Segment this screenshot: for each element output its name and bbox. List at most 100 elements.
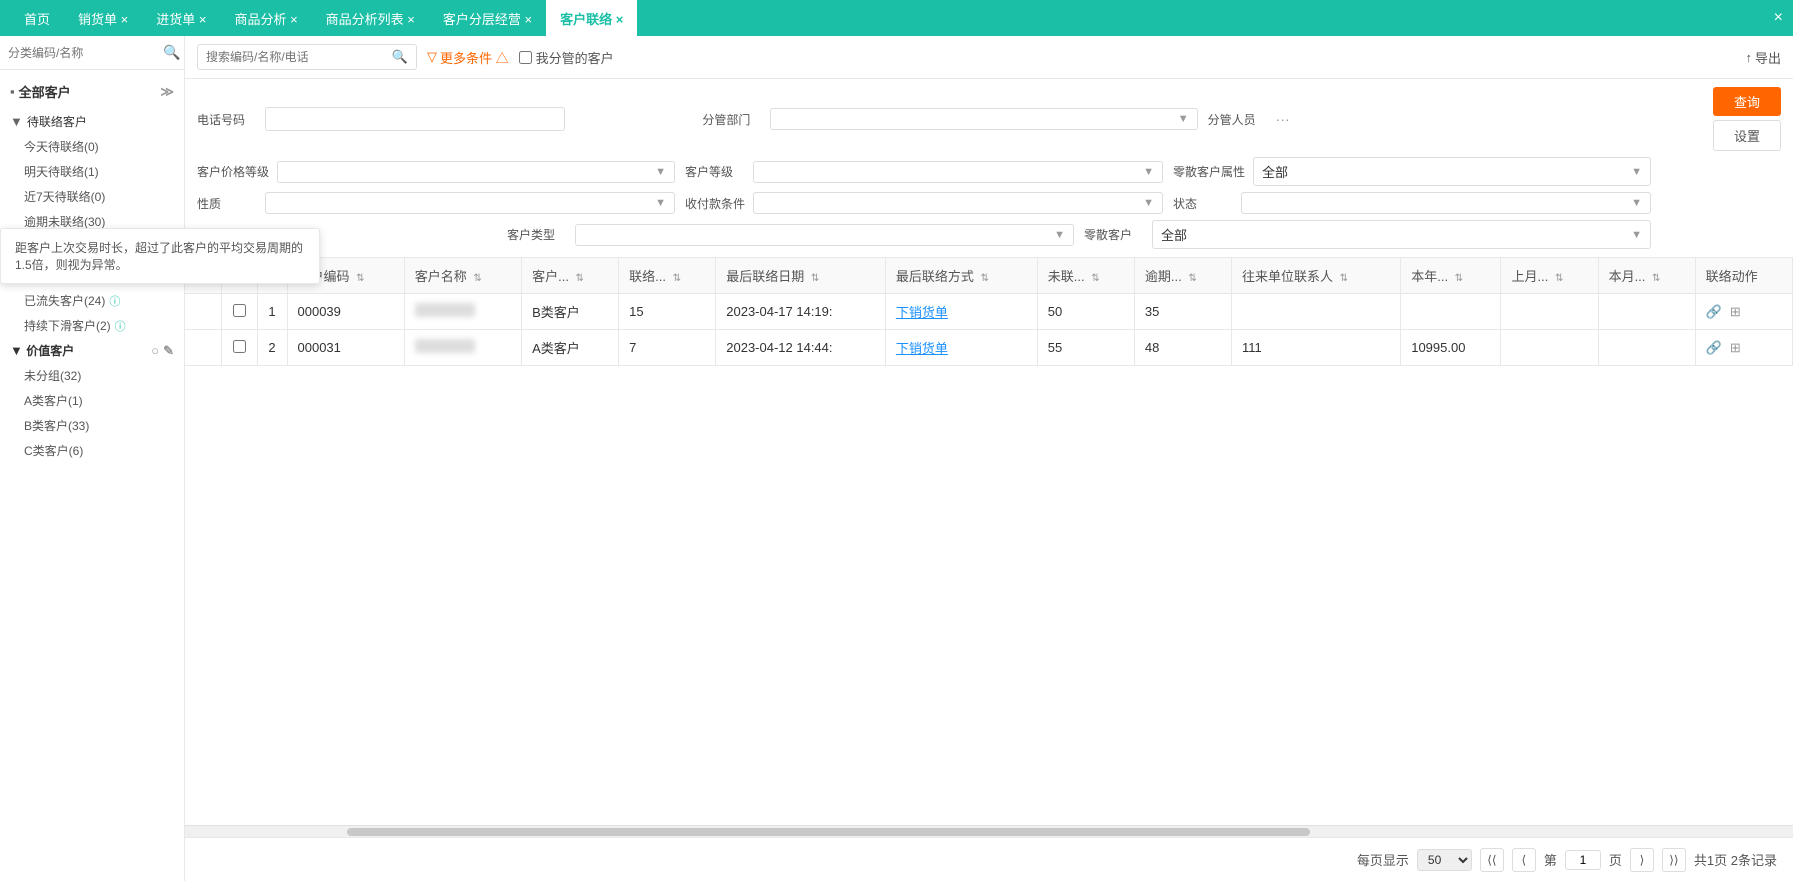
th-this-year[interactable]: 本年... ⇅ xyxy=(1401,258,1501,294)
my-customers-check[interactable] xyxy=(519,51,532,64)
row-contact-count: 7 xyxy=(619,330,716,366)
retail-attr-select[interactable]: 全部 ▼ xyxy=(1253,157,1651,186)
sidebar-today-contact[interactable]: 今天待联络(0) xyxy=(0,134,184,159)
top-nav: 首页 销货单 × 进货单 × 商品分析 × 商品分析列表 × 客户分层经营 × … xyxy=(0,0,1793,36)
status-select[interactable]: ▼ xyxy=(1241,192,1651,214)
sidebar-root[interactable]: ▪ 全部客户 ≫ xyxy=(0,78,184,105)
th-this-month[interactable]: 本月... ⇅ xyxy=(1598,258,1695,294)
filter-bar: 🔍 ▽ 更多条件 △ 我分管的客户 ↑ 导出 xyxy=(185,36,1793,79)
status-chevron: ▼ xyxy=(1631,197,1642,209)
row-last-method[interactable]: 下销货单 xyxy=(885,294,1037,330)
sidebar-search-input[interactable] xyxy=(8,46,163,60)
search-input[interactable] xyxy=(206,50,392,64)
row-checkbox[interactable] xyxy=(221,294,257,330)
nav-purchase[interactable]: 进货单 × xyxy=(142,0,220,36)
per-page-label: 每页显示 xyxy=(1357,850,1409,869)
next-page-btn[interactable]: ⟩ xyxy=(1630,848,1654,872)
dept-select[interactable]: ▼ xyxy=(770,108,1197,130)
row-settings xyxy=(185,330,221,366)
status-label: 状态 xyxy=(1173,195,1233,212)
sidebar-search-bar: 🔍 xyxy=(0,36,184,70)
phone-label: 电话号码 xyxy=(197,111,257,128)
th-contacts-from[interactable]: 往来单位联系人 ⇅ xyxy=(1231,258,1400,294)
th-action: 联络动作 xyxy=(1695,258,1792,294)
price-label: 客户价格等级 xyxy=(197,163,269,180)
row-num: 2 xyxy=(257,330,287,366)
nav-product-analysis[interactable]: 商品分析 × xyxy=(220,0,311,36)
sidebar-7days-contact[interactable]: 近7天待联络(0) xyxy=(0,184,184,209)
th-last-month[interactable]: 上月... ⇅ xyxy=(1501,258,1598,294)
row-last-month xyxy=(1501,330,1598,366)
nav-product-list[interactable]: 商品分析列表 × xyxy=(312,0,429,36)
customer-level-label: 客户等级 xyxy=(685,163,745,180)
payment-select[interactable]: ▼ xyxy=(753,192,1163,214)
action-link-icon[interactable]: 🔗 xyxy=(1706,304,1722,320)
phone-input[interactable] xyxy=(265,107,565,131)
row-last-method[interactable]: 下销货单 xyxy=(885,330,1037,366)
close-icon[interactable]: × xyxy=(1774,9,1783,27)
th-type[interactable]: 客户... ⇅ xyxy=(522,258,619,294)
more-conditions-btn[interactable]: ▽ 更多条件 △ xyxy=(427,48,509,67)
table-row: 2 000031 A类客户 7 2023-04-12 14:44: 下销货单 5… xyxy=(185,330,1793,366)
filter-phone: 电话号码 xyxy=(197,107,692,131)
th-contact[interactable]: 联络... ⇅ xyxy=(619,258,716,294)
table-scroll[interactable]: ⚙ 客户编码 ⇅ 客户名称 ⇅ 客户... ⇅ 联络... ⇅ 最后联络日期 ⇅… xyxy=(185,258,1793,825)
nature-select[interactable]: ▼ xyxy=(265,192,675,214)
first-page-btn[interactable]: ⟨⟨ xyxy=(1480,848,1504,872)
setting-button[interactable]: 设置 xyxy=(1713,120,1781,151)
export-btn[interactable]: ↑ 导出 xyxy=(1745,48,1781,67)
nav-customer-tier[interactable]: 客户分层经营 × xyxy=(429,0,546,36)
my-customers-label: 我分管的客户 xyxy=(536,48,614,67)
per-page-select[interactable]: 50 100 200 xyxy=(1417,849,1472,871)
value-customer-section-title[interactable]: ▼ 价值客户 ○ ✎ xyxy=(0,338,184,363)
manager-label: 分管人员 xyxy=(1208,111,1268,128)
row-uncontacted: 55 xyxy=(1037,330,1134,366)
sidebar-class-b[interactable]: B类客户(33) xyxy=(0,413,184,438)
page-input[interactable] xyxy=(1565,850,1601,870)
filter-row-2: 客户价格等级 ▼ 客户等级 ▼ 零散客户属性 全部 xyxy=(197,157,1781,186)
action-grid-icon[interactable]: ⊞ xyxy=(1730,304,1741,320)
customer-type-chevron: ▼ xyxy=(1054,229,1065,241)
th-last-date[interactable]: 最后联络日期 ⇅ xyxy=(716,258,886,294)
customer-level-select[interactable]: ▼ xyxy=(753,161,1163,183)
prev-page-btn[interactable]: ⟨ xyxy=(1512,848,1536,872)
nav-home[interactable]: 首页 xyxy=(10,0,64,36)
scrollbar-thumb[interactable] xyxy=(347,828,1309,836)
query-button[interactable]: 查询 xyxy=(1713,87,1781,116)
circle-icon[interactable]: ○ xyxy=(151,343,159,359)
sidebar-declining[interactable]: 持续下滑客户(2) ⓘ xyxy=(0,313,184,338)
th-last-method[interactable]: 最后联络方式 ⇅ xyxy=(885,258,1037,294)
sidebar-tomorrow-contact[interactable]: 明天待联络(1) xyxy=(0,159,184,184)
customer-type-select[interactable]: ▼ xyxy=(575,224,1074,246)
pagination: 每页显示 50 100 200 ⟨⟨ ⟨ 第 页 ⟩ ⟩⟩ 共1页 2条记录 xyxy=(185,837,1793,881)
horizontal-scrollbar[interactable] xyxy=(185,825,1793,837)
edit-icon[interactable]: ✎ xyxy=(163,343,174,359)
nature-chevron: ▼ xyxy=(655,197,666,209)
price-select[interactable]: ▼ xyxy=(277,161,675,183)
sidebar-class-a[interactable]: A类客户(1) xyxy=(0,388,184,413)
filter-row-3: 性质 ▼ 收付款条件 ▼ 状态 xyxy=(197,192,1781,214)
last-page-btn[interactable]: ⟩⟩ xyxy=(1662,848,1686,872)
row-this-month xyxy=(1598,330,1695,366)
action-grid-icon[interactable]: ⊞ xyxy=(1730,340,1741,356)
row-checkbox[interactable] xyxy=(221,330,257,366)
customer-type-label: 客户类型 xyxy=(507,226,567,243)
expand-icon[interactable]: ≫ xyxy=(160,84,174,100)
sidebar-class-c[interactable]: C类客户(6) xyxy=(0,438,184,463)
row-contacts-from: 111 xyxy=(1231,330,1400,366)
th-name[interactable]: 客户名称 ⇅ xyxy=(404,258,521,294)
th-overdue[interactable]: 逾期... ⇅ xyxy=(1134,258,1231,294)
sidebar-churned[interactable]: 已流失客户(24) ⓘ xyxy=(0,288,184,313)
pending-contact-title[interactable]: ▼ 待联络客户 xyxy=(0,109,184,134)
action-link-icon[interactable]: 🔗 xyxy=(1706,340,1722,356)
sort-icon-contact: ⇅ xyxy=(673,273,681,284)
table-row: 1 000039 B类客户 15 2023-04-17 14:19: 下销货单 … xyxy=(185,294,1793,330)
filter-retail-customer: 零散客户 全部 ▼ xyxy=(1084,220,1651,249)
info-icon-4: ⓘ xyxy=(115,318,126,334)
row-this-month xyxy=(1598,294,1695,330)
retail-customer-select[interactable]: 全部 ▼ xyxy=(1152,220,1651,249)
nav-customer-contact[interactable]: 客户联络 × xyxy=(546,0,637,36)
nav-sales[interactable]: 销货单 × xyxy=(64,0,142,36)
sidebar-ungrouped[interactable]: 未分组(32) xyxy=(0,363,184,388)
th-uncontacted[interactable]: 未联... ⇅ xyxy=(1037,258,1134,294)
